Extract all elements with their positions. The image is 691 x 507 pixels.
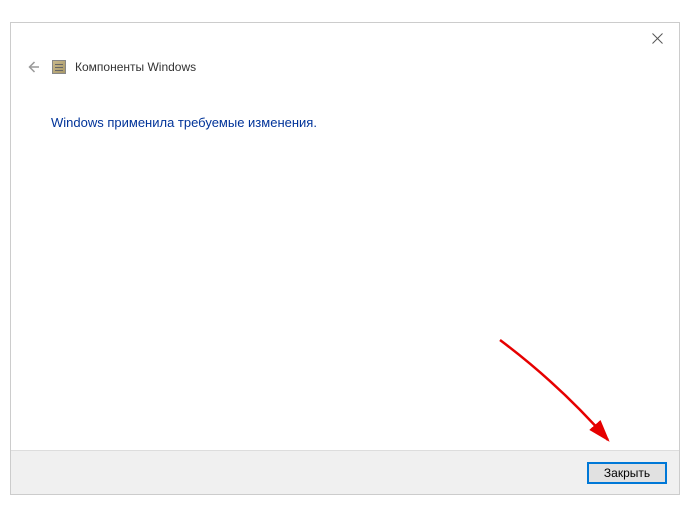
footer: Закрыть	[11, 450, 679, 494]
close-icon	[652, 33, 663, 44]
back-arrow-icon	[26, 60, 40, 74]
app-icon	[51, 59, 67, 75]
back-button	[23, 57, 43, 77]
content-area: Windows применила требуемые изменения.	[11, 85, 679, 450]
titlebar	[11, 23, 679, 53]
window-close-button[interactable]	[643, 24, 671, 52]
dialog-window: Компоненты Windows Windows применила тре…	[10, 22, 680, 495]
close-button[interactable]: Закрыть	[587, 462, 667, 484]
status-message: Windows применила требуемые изменения.	[51, 115, 639, 130]
header-title: Компоненты Windows	[75, 60, 196, 74]
header: Компоненты Windows	[11, 53, 679, 85]
